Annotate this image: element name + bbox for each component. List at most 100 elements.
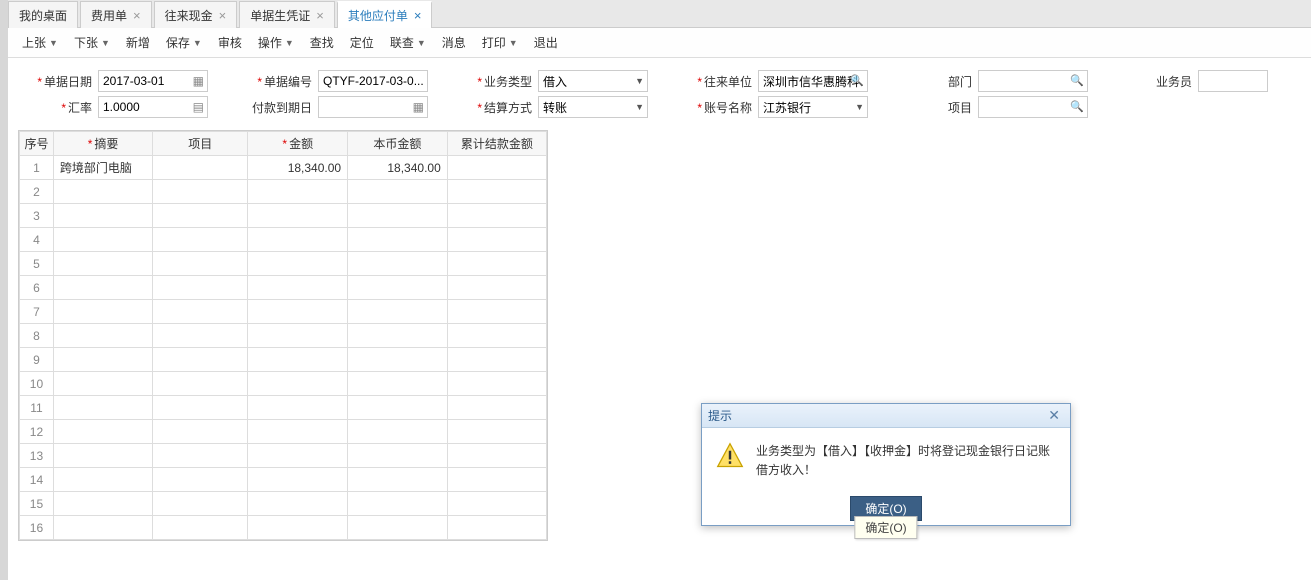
link-button[interactable]: 联查▼ [386,34,430,51]
warning-icon [716,442,744,470]
table-row[interactable]: 13 [20,444,547,468]
col-local-amount[interactable]: 本币金额 [348,132,448,156]
close-icon[interactable]: ✕ [1044,407,1064,424]
tab-desktop[interactable]: 我的桌面 [8,1,78,28]
alert-dialog: 提示 ✕ 业务类型为【借入】【收押金】时将登记现金银行日记账借方收入！ 确定(O… [701,403,1071,526]
chevron-down-icon: ▼ [193,38,202,48]
cell-seq: 6 [20,276,54,300]
dept-input[interactable] [978,70,1088,92]
project-label: 项目 [898,99,978,116]
table-row[interactable]: 12 [20,420,547,444]
print-button[interactable]: 打印▼ [478,34,522,51]
close-icon[interactable]: × [316,8,324,23]
ok-tooltip: 确定(O) [854,516,917,539]
table-row[interactable]: 8 [20,324,547,348]
message-button[interactable]: 消息 [438,34,470,51]
form-area: 单据日期 ▦ 单据编号 业务类型 ▼ 往来单位 🔍 部门 🔍 业务员 [8,58,1311,126]
find-button[interactable]: 查找 [306,34,338,51]
bill-date-input[interactable] [98,70,208,92]
tab-other-payable[interactable]: 其他应付单 × [337,1,433,28]
cell-seq: 12 [20,420,54,444]
partner-label: 往来单位 [678,73,758,90]
project-input[interactable] [978,96,1088,118]
cell-seq: 7 [20,300,54,324]
chevron-down-icon: ▼ [417,38,426,48]
cell-amount[interactable]: 18,340.00 [248,156,348,180]
cell-seq: 13 [20,444,54,468]
close-icon[interactable]: × [133,8,141,23]
col-project[interactable]: 项目 [153,132,248,156]
dept-label: 部门 [898,73,978,90]
cell-local-amount[interactable]: 18,340.00 [348,156,448,180]
tab-label: 单据生凭证 [250,7,310,24]
account-select[interactable] [758,96,868,118]
table-row[interactable]: 16 [20,516,547,540]
col-seq[interactable]: 序号 [20,132,54,156]
table-row[interactable]: 10 [20,372,547,396]
close-icon[interactable]: × [414,8,422,23]
prev-button[interactable]: 上张▼ [18,34,62,51]
locate-button[interactable]: 定位 [346,34,378,51]
bill-no-label: 单据编号 [238,73,318,90]
table-row[interactable]: 4 [20,228,547,252]
new-button[interactable]: 新增 [122,34,154,51]
tab-label: 往来现金 [165,7,213,24]
col-settled[interactable]: 累计结款金额 [447,132,546,156]
table-row[interactable]: 14 [20,468,547,492]
table-row[interactable]: 11 [20,396,547,420]
dialog-titlebar[interactable]: 提示 ✕ [702,404,1070,428]
dialog-title: 提示 [708,407,732,424]
tab-voucher[interactable]: 单据生凭证 × [239,1,335,28]
next-button[interactable]: 下张▼ [70,34,114,51]
rate-input[interactable] [98,96,208,118]
biz-type-select[interactable] [538,70,648,92]
cell-seq: 8 [20,324,54,348]
biz-type-label: 业务类型 [458,73,538,90]
salesman-input[interactable] [1198,70,1268,92]
table-row[interactable]: 1跨境部门电脑 18,340.0018,340.00 [20,156,547,180]
pay-due-input[interactable] [318,96,428,118]
cell-seq: 2 [20,180,54,204]
chevron-down-icon: ▼ [509,38,518,48]
cell-seq: 4 [20,228,54,252]
table-row[interactable]: 15 [20,492,547,516]
settle-select[interactable] [538,96,648,118]
cell-seq: 5 [20,252,54,276]
chevron-down-icon: ▼ [285,38,294,48]
cell-seq: 10 [20,372,54,396]
grid-header-row: 序号 摘要 项目 金额 本币金额 累计结款金额 [20,132,547,156]
bill-no-input[interactable] [318,70,428,92]
cell-seq: 1 [20,156,54,180]
table-row[interactable]: 3 [20,204,547,228]
tab-bar: 我的桌面 费用单 × 往来现金 × 单据生凭证 × 其他应付单 × [8,0,1311,28]
col-summary[interactable]: 摘要 [53,132,152,156]
cell-settled[interactable] [447,156,546,180]
operate-button[interactable]: 操作▼ [254,34,298,51]
table-row[interactable]: 7 [20,300,547,324]
tab-expense[interactable]: 费用单 × [80,1,152,28]
chevron-down-icon: ▼ [101,38,110,48]
cell-summary[interactable]: 跨境部门电脑 [53,156,152,180]
table-row[interactable]: 2 [20,180,547,204]
tab-cash[interactable]: 往来现金 × [154,1,238,28]
audit-button[interactable]: 审核 [214,34,246,51]
table-row[interactable]: 5 [20,252,547,276]
save-button[interactable]: 保存▼ [162,34,206,51]
tab-label: 费用单 [91,7,127,24]
tab-label: 其他应付单 [348,7,408,24]
col-amount[interactable]: 金额 [248,132,348,156]
cell-seq: 15 [20,492,54,516]
cell-project[interactable] [153,156,248,180]
detail-grid: 序号 摘要 项目 金额 本币金额 累计结款金额 1跨境部门电脑 18,340.00… [18,130,548,541]
partner-input[interactable] [758,70,868,92]
table-row[interactable]: 6 [20,276,547,300]
settle-label: 结算方式 [458,99,538,116]
bill-date-label: 单据日期 [18,73,98,90]
cell-seq: 14 [20,468,54,492]
table-row[interactable]: 9 [20,348,547,372]
rate-label: 汇率 [18,99,98,116]
cell-seq: 3 [20,204,54,228]
exit-button[interactable]: 退出 [530,34,562,51]
salesman-label: 业务员 [1118,73,1198,90]
close-icon[interactable]: × [219,8,227,23]
